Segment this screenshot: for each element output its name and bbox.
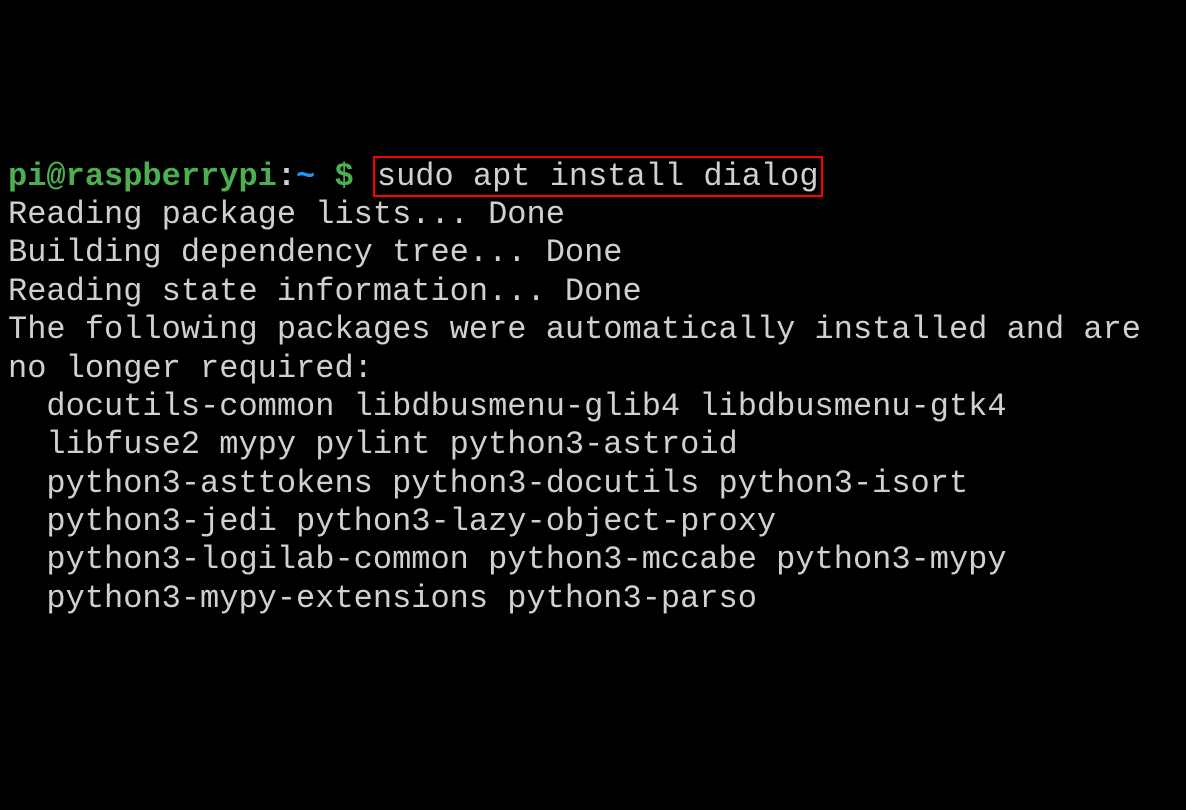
output-reading-packages: Reading package lists... Done bbox=[8, 196, 565, 233]
output-auto-installed-msg: The following packages were automaticall… bbox=[8, 311, 1160, 386]
prompt-colon: : bbox=[277, 158, 296, 195]
prompt-dollar: $ bbox=[315, 158, 373, 195]
package-list-line: libfuse2 mypy pylint python3-astroid bbox=[8, 426, 1178, 464]
output-reading-state: Reading state information... Done bbox=[8, 273, 642, 310]
command-text: sudo apt install dialog bbox=[377, 158, 819, 195]
package-list-line: python3-asttokens python3-docutils pytho… bbox=[8, 465, 1178, 503]
output-building-tree: Building dependency tree... Done bbox=[8, 234, 623, 271]
package-list-line: docutils-common libdbusmenu-glib4 libdbu… bbox=[8, 388, 1178, 426]
package-list-line: python3-jedi python3-lazy-object-proxy bbox=[8, 503, 1178, 541]
package-list-line: python3-mypy-extensions python3-parso bbox=[8, 580, 1178, 618]
prompt-user-host: pi@raspberrypi bbox=[8, 158, 277, 195]
terminal-output[interactable]: pi@raspberrypi:~ $ sudo apt install dial… bbox=[8, 158, 1178, 619]
command-highlight-box: sudo apt install dialog bbox=[373, 156, 823, 197]
package-list-line: python3-logilab-common python3-mccabe py… bbox=[8, 541, 1178, 579]
prompt-path: ~ bbox=[296, 158, 315, 195]
